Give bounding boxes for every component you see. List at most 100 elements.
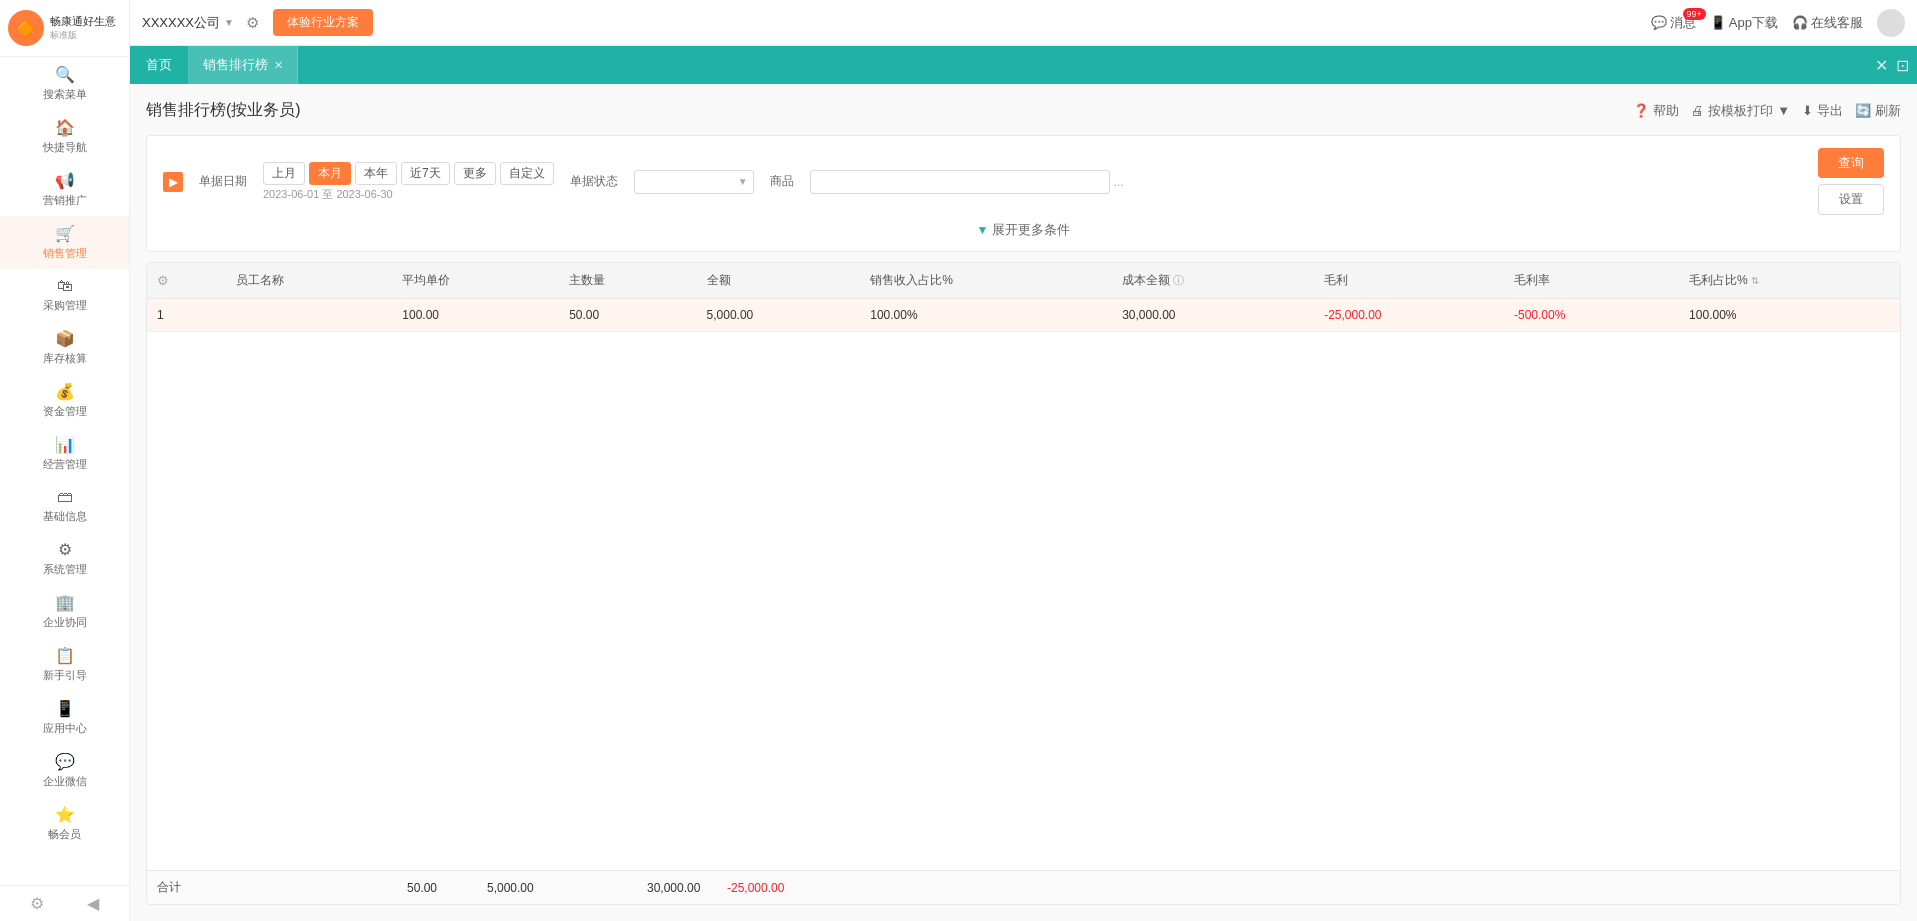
goods-filter-label: 商品 — [770, 173, 794, 190]
tab-close-window-icon[interactable]: ✕ — [1875, 56, 1888, 75]
table-header-row: ⚙ 员工名称 平均单价 主数量 全额 销售收入占比% 成本全额 ⓘ 毛利 毛利率… — [147, 263, 1900, 299]
query-button[interactable]: 查询 — [1818, 148, 1884, 178]
sidebar-label-guide: 新手引导 — [43, 668, 87, 683]
cell-name-0 — [226, 299, 393, 332]
gross-pct-sort-icon[interactable]: ⇅ — [1751, 275, 1759, 286]
sidebar-item-finance[interactable]: 💰 资金管理 — [0, 374, 129, 427]
date-btn-this-month[interactable]: 本月 — [309, 162, 351, 185]
sidebar-label-sales: 销售管理 — [43, 246, 87, 261]
print-button[interactable]: 🖨 按模板打印 ▼ — [1691, 102, 1790, 120]
sidebar-logo: 🔶 畅康通好生意 标准版 — [0, 0, 129, 57]
settings-button[interactable]: 设置 — [1818, 184, 1884, 215]
company-arrow-icon: ▼ — [224, 17, 234, 28]
date-btn-this-year[interactable]: 本年 — [355, 162, 397, 185]
sidebar-icon-search: 🔍 — [55, 65, 75, 84]
page-title: 销售排行榜(按业务员) — [146, 100, 301, 121]
sidebar-icon-marketing: 📢 — [55, 171, 75, 190]
th-cost: 成本全额 ⓘ — [1112, 263, 1314, 299]
sidebar-item-enterprise[interactable]: 🏢 企业协同 — [0, 585, 129, 638]
expand-more-area: ▼ 展开更多条件 — [163, 215, 1884, 239]
message-icon: 💬 — [1651, 15, 1667, 30]
table-container: ⚙ 员工名称 平均单价 主数量 全额 销售收入占比% 成本全额 ⓘ 毛利 毛利率… — [147, 263, 1900, 870]
footer-sales-pct — [557, 881, 637, 895]
footer-amount: 5,000.00 — [477, 881, 557, 895]
sidebar-label-search: 搜索菜单 — [43, 87, 87, 102]
date-btn-custom[interactable]: 自定义 — [500, 162, 554, 185]
cell-gross-pct-0: 100.00% — [1679, 299, 1900, 332]
user-avatar[interactable] — [1877, 9, 1905, 37]
expand-more-button[interactable]: ▼ 展开更多条件 — [163, 221, 1884, 239]
sidebar-icon-operations: 📊 — [55, 435, 75, 454]
logo-badge: 标准版 — [50, 29, 116, 42]
date-btn-last-month[interactable]: 上月 — [263, 162, 305, 185]
sidebar-item-purchase[interactable]: 🛍 采购管理 — [0, 269, 129, 321]
sidebar-icon-guide: 📋 — [55, 646, 75, 665]
sidebar-label-base: 基础信息 — [43, 509, 87, 524]
sidebar-item-wechat[interactable]: 💬 企业微信 — [0, 744, 129, 797]
sidebar-icon-shortcut: 🏠 — [55, 118, 75, 137]
export-button[interactable]: ⬇ 导出 — [1802, 102, 1843, 120]
tab-home-label: 首页 — [146, 56, 172, 74]
sidebar-icon-purchase: 🛍 — [57, 277, 73, 295]
sidebar-label-enterprise: 企业协同 — [43, 615, 87, 630]
sidebar-icon-member: ⭐ — [55, 805, 75, 824]
th-settings: ⚙ — [147, 263, 226, 299]
sidebar-label-member: 畅会员 — [48, 827, 81, 842]
date-btn-more[interactable]: 更多 — [454, 162, 496, 185]
sidebar-item-guide[interactable]: 📋 新手引导 — [0, 638, 129, 691]
app-download-button[interactable]: 📱 App下载 — [1710, 14, 1778, 32]
company-selector[interactable]: XXXXXX公司 ▼ — [142, 14, 234, 32]
refresh-label: 刷新 — [1875, 102, 1901, 120]
sidebar-item-shortcut[interactable]: 🏠 快捷导航 — [0, 110, 129, 163]
expand-arrow-icon: ▼ — [977, 223, 989, 237]
sidebar: 🔶 畅康通好生意 标准版 🔍 搜索菜单 🏠 快捷导航 📢 营销推广 🛒 销售管理… — [0, 0, 130, 921]
th-avg-price: 平均单价 — [392, 263, 559, 299]
filter-collapse-btn[interactable]: ▶ — [163, 172, 183, 192]
cell-avg-price-0: 100.00 — [392, 299, 559, 332]
sidebar-collapse-icon[interactable]: ◀ — [87, 894, 99, 913]
sidebar-icon-base: 🗃 — [57, 488, 73, 506]
sidebar-item-operations[interactable]: 📊 经营管理 — [0, 427, 129, 480]
help-button[interactable]: ❓ 帮助 — [1633, 102, 1679, 120]
message-button[interactable]: 💬 消息 99+ — [1651, 14, 1696, 32]
sidebar-settings-icon[interactable]: ⚙ — [30, 894, 44, 913]
tab-restore-icon[interactable]: ⊡ — [1896, 56, 1909, 75]
table-footer: 合计 50.00 5,000.00 30,000.00 -25,000.00 — [147, 870, 1900, 904]
goods-input[interactable] — [810, 170, 1110, 194]
content-area: 销售排行榜(按业务员) ❓ 帮助 🖨 按模板打印 ▼ ⬇ 导出 🔄 刷新 — [130, 84, 1917, 921]
more-filters-icon[interactable]: ... — [1114, 175, 1124, 189]
sidebar-item-sales[interactable]: 🛒 销售管理 — [0, 216, 129, 269]
tab-sales-ranking[interactable]: 销售排行榜 ✕ — [189, 46, 298, 84]
print-label: 按模板打印 — [1708, 102, 1773, 120]
logo-text: 畅康通好生意 — [50, 14, 116, 28]
online-service-button[interactable]: 🎧 在线客服 — [1792, 14, 1863, 32]
sidebar-item-search[interactable]: 🔍 搜索菜单 — [0, 57, 129, 110]
tab-close-icon[interactable]: ✕ — [274, 59, 283, 72]
topbar-right: 💬 消息 99+ 📱 App下载 🎧 在线客服 — [1651, 9, 1905, 37]
sidebar-nav: 🔍 搜索菜单 🏠 快捷导航 📢 营销推广 🛒 销售管理 🛍 采购管理 📦 库存核… — [0, 57, 129, 885]
sidebar-item-base[interactable]: 🗃 基础信息 — [0, 480, 129, 532]
date-btn-7days[interactable]: 近7天 — [401, 162, 450, 185]
column-settings-icon[interactable]: ⚙ — [157, 273, 169, 288]
sidebar-item-inventory[interactable]: 📦 库存核算 — [0, 321, 129, 374]
sidebar-item-apps[interactable]: 📱 应用中心 — [0, 691, 129, 744]
footer-avg-price — [317, 881, 397, 895]
refresh-button[interactable]: 🔄 刷新 — [1855, 102, 1901, 120]
trial-button[interactable]: 体验行业方案 — [273, 9, 373, 36]
sidebar-item-member[interactable]: ⭐ 畅会员 — [0, 797, 129, 850]
status-select-wrap: ▼ — [634, 170, 754, 194]
status-select[interactable] — [634, 170, 754, 194]
footer-label: 合计 — [157, 879, 237, 896]
filter-card: ▶ 单据日期 上月 本月 本年 近7天 更多 自定义 2023-06-01 至 … — [146, 135, 1901, 252]
app-label: App下载 — [1729, 14, 1778, 32]
cost-info-icon[interactable]: ⓘ — [1173, 274, 1184, 286]
th-gross: 毛利 — [1314, 263, 1504, 299]
sidebar-icon-enterprise: 🏢 — [55, 593, 75, 612]
message-badge: 99+ — [1683, 8, 1706, 20]
service-icon: 🎧 — [1792, 15, 1808, 30]
cell-cost-0: 30,000.00 — [1112, 299, 1314, 332]
tab-home[interactable]: 首页 — [130, 46, 189, 84]
sidebar-item-marketing[interactable]: 📢 营销推广 — [0, 163, 129, 216]
settings-gear-icon[interactable]: ⚙ — [246, 14, 259, 32]
sidebar-item-system[interactable]: ⚙ 系统管理 — [0, 532, 129, 585]
